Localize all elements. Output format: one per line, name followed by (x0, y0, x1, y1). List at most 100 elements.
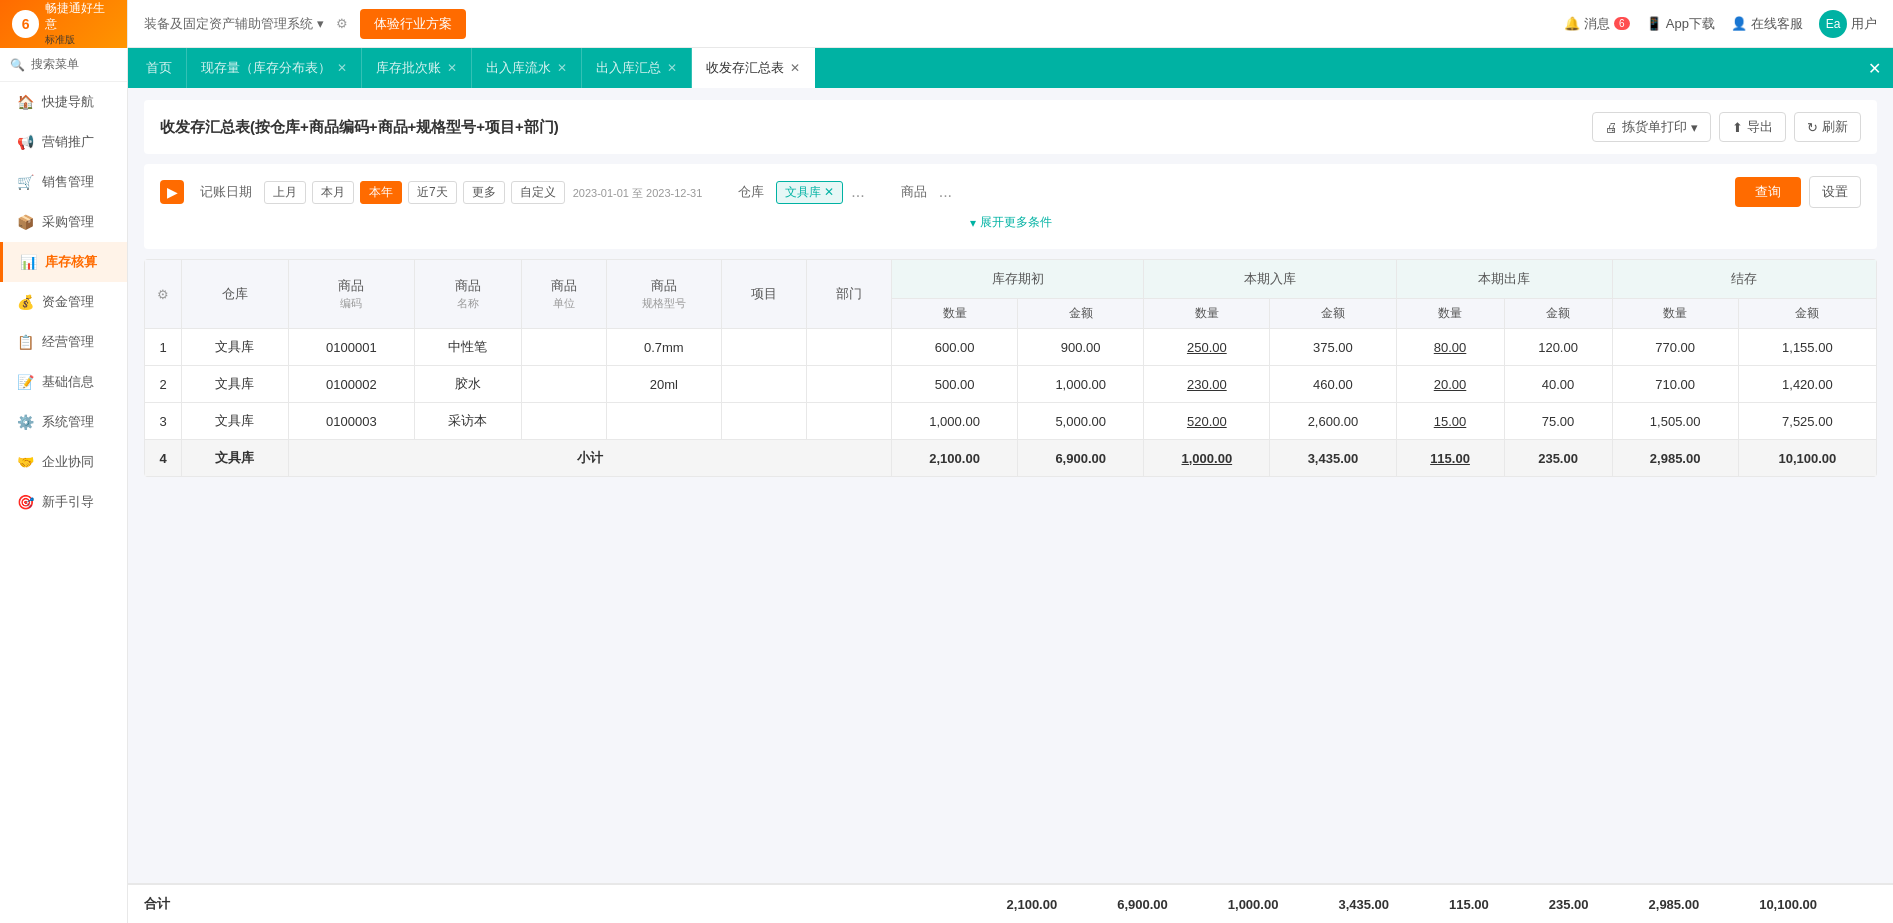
btn-settings[interactable]: 设置 (1809, 176, 1861, 208)
row-out-amt: 120.00 (1504, 329, 1612, 366)
btn-export[interactable]: ⬆ 导出 (1719, 112, 1786, 142)
sales-icon: 🛒 (16, 174, 34, 190)
sidebar-item-finance[interactable]: 💰 资金管理 (0, 282, 127, 322)
chevron-down-icon: ▾ (317, 16, 324, 31)
finance-icon: 💰 (16, 294, 34, 310)
date-btn-more[interactable]: 更多 (463, 181, 505, 204)
tab-in-out-flow[interactable]: 出入库流水 ✕ (472, 48, 582, 88)
warehouse-tag[interactable]: 文具库 ✕ (776, 181, 843, 204)
subtotal-no: 4 (145, 440, 182, 477)
row-close-amt: 1,420.00 (1738, 366, 1876, 403)
row-close-qty: 770.00 (1612, 329, 1738, 366)
date-btn-custom[interactable]: 自定义 (511, 181, 565, 204)
filter-row: ▶ 记账日期 上月 本月 本年 近7天 更多 自定义 2023-01-01 至 … (160, 176, 1861, 208)
tab-inventory-dist-close[interactable]: ✕ (337, 61, 347, 75)
tab-batch-ledger[interactable]: 库存批次账 ✕ (362, 48, 472, 88)
sidebar-item-quick-nav[interactable]: 🏠 快捷导航 (0, 82, 127, 122)
system-name: 装备及固定资产辅助管理系统 (144, 15, 313, 33)
subtotal-out-qty[interactable]: 115.00 (1396, 440, 1504, 477)
logo-icon: 6 (12, 10, 39, 38)
online-service-item[interactable]: 👤 在线客服 (1731, 15, 1803, 33)
expand-more-btn[interactable]: ▾ 展开更多条件 (160, 208, 1861, 237)
row-in-qty[interactable]: 520.00 (1144, 403, 1270, 440)
system-select[interactable]: 装备及固定资产辅助管理系统 ▾ (144, 15, 324, 33)
row-warehouse: 文具库 (182, 329, 289, 366)
warehouse-dots[interactable]: ... (851, 183, 864, 201)
th-opening: 库存期初 (892, 260, 1144, 299)
row-project (721, 366, 806, 403)
btn-print[interactable]: 🖨 拣货单打印 ▾ (1592, 112, 1711, 142)
warehouse-tag-close[interactable]: ✕ (824, 185, 834, 199)
btn-query[interactable]: 查询 (1735, 177, 1801, 207)
logo-sub: 标准版 (45, 33, 115, 47)
tab-in-out-flow-label: 出入库流水 (486, 59, 551, 77)
chevron-down-print: ▾ (1691, 120, 1698, 135)
product-dots[interactable]: ... (939, 183, 952, 201)
filter-expand-btn[interactable]: ▶ (160, 180, 184, 204)
tab-batch-ledger-label: 库存批次账 (376, 59, 441, 77)
bell-icon: 🔔 (1564, 16, 1580, 31)
date-btn-this-year[interactable]: 本年 (360, 181, 402, 204)
online-service-label: 在线客服 (1751, 15, 1803, 33)
sidebar-item-inventory[interactable]: 📊 库存核算 (0, 242, 127, 282)
tab-in-out-summary-label: 出入库汇总 (596, 59, 661, 77)
tab-in-out-summary-close[interactable]: ✕ (667, 61, 677, 75)
system-icon: ⚙️ (16, 414, 34, 430)
date-btn-this-month[interactable]: 本月 (312, 181, 354, 204)
footer-inner: 合计 2,100.00 6,900.00 1,000.00 3,435.00 1… (144, 895, 1877, 913)
row-in-qty[interactable]: 230.00 (1144, 366, 1270, 403)
total-label: 合计 (144, 895, 170, 913)
row-project (721, 329, 806, 366)
th-close-amt: 金额 (1738, 299, 1876, 329)
tab-batch-ledger-close[interactable]: ✕ (447, 61, 457, 75)
sidebar-item-sales[interactable]: 🛒 销售管理 (0, 162, 127, 202)
tab-recv-send-summary-close[interactable]: ✕ (790, 61, 800, 75)
page-content: 收发存汇总表(按仓库+商品编码+商品+规格型号+项目+部门) 🖨 拣货单打印 ▾… (128, 88, 1893, 539)
sidebar-search[interactable]: 🔍 搜索菜单 (0, 48, 127, 82)
sidebar-item-guide[interactable]: 🎯 新手引导 (0, 482, 127, 522)
sidebar-item-purchase[interactable]: 📦 采购管理 (0, 202, 127, 242)
row-code: 0100002 (288, 366, 414, 403)
app-download-item[interactable]: 📱 App下载 (1646, 15, 1715, 33)
tab-inventory-dist[interactable]: 现存量（库存分布表） ✕ (187, 48, 362, 88)
sidebar-item-system[interactable]: ⚙️ 系统管理 (0, 402, 127, 442)
row-open-amt: 900.00 (1018, 329, 1144, 366)
th-closing: 结存 (1612, 260, 1876, 299)
tab-home-label: 首页 (146, 59, 172, 77)
sidebar-item-operations[interactable]: 📋 经营管理 (0, 322, 127, 362)
date-label: 记账日期 (200, 183, 252, 201)
tabbar-close-all[interactable]: ✕ (1860, 59, 1889, 78)
phone-icon: 📱 (1646, 16, 1662, 31)
gear-settings-icon[interactable]: ⚙ (336, 16, 348, 31)
user-item[interactable]: Ea 用户 (1819, 10, 1877, 38)
row-no: 3 (145, 403, 182, 440)
messages-label: 消息 (1584, 15, 1610, 33)
row-out-qty[interactable]: 80.00 (1396, 329, 1504, 366)
row-name: 中性笔 (414, 329, 521, 366)
messages-item[interactable]: 🔔 消息 6 (1564, 15, 1630, 33)
th-code: 商品编码 (288, 260, 414, 329)
date-btn-7days[interactable]: 近7天 (408, 181, 457, 204)
th-gear[interactable]: ⚙ (145, 260, 182, 329)
row-in-qty[interactable]: 250.00 (1144, 329, 1270, 366)
export-icon: ⬆ (1732, 120, 1743, 135)
sidebar-item-enterprise[interactable]: 🤝 企业协同 (0, 442, 127, 482)
demo-btn[interactable]: 体验行业方案 (360, 9, 466, 39)
row-unit (521, 329, 606, 366)
sidebar-item-basic-info[interactable]: 📝 基础信息 (0, 362, 127, 402)
row-out-qty[interactable]: 20.00 (1396, 366, 1504, 403)
row-close-amt: 7,525.00 (1738, 403, 1876, 440)
user-label: 用户 (1851, 15, 1877, 33)
row-out-qty[interactable]: 15.00 (1396, 403, 1504, 440)
sidebar-item-label: 快捷导航 (42, 93, 94, 111)
tab-in-out-flow-close[interactable]: ✕ (557, 61, 567, 75)
subtotal-in-qty[interactable]: 1,000.00 (1144, 440, 1270, 477)
tab-home[interactable]: 首页 (132, 48, 187, 88)
tab-recv-send-summary[interactable]: 收发存汇总表 ✕ (692, 48, 815, 88)
sidebar-item-marketing[interactable]: 📢 营销推广 (0, 122, 127, 162)
row-no: 1 (145, 329, 182, 366)
date-btn-last-month[interactable]: 上月 (264, 181, 306, 204)
btn-refresh[interactable]: ↻ 刷新 (1794, 112, 1861, 142)
sidebar-item-label: 采购管理 (42, 213, 94, 231)
tab-in-out-summary[interactable]: 出入库汇总 ✕ (582, 48, 692, 88)
